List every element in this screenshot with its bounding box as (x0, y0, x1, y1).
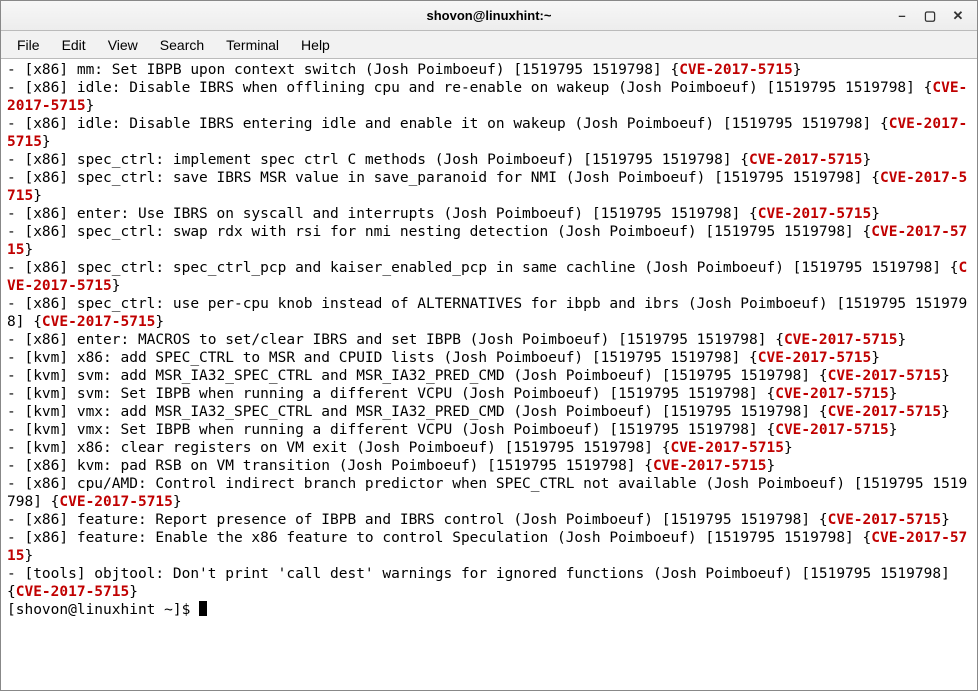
menu-view[interactable]: View (98, 33, 148, 57)
maximize-button[interactable]: ▢ (917, 6, 943, 26)
menu-help[interactable]: Help (291, 33, 340, 57)
terminal-output[interactable]: - [x86] mm: Set IBPB upon context switch… (1, 59, 977, 690)
menu-search[interactable]: Search (150, 33, 214, 57)
minimize-button[interactable]: – (889, 6, 915, 26)
menubar: File Edit View Search Terminal Help (1, 31, 977, 59)
window-controls: – ▢ ✕ (889, 6, 971, 26)
titlebar: shovon@linuxhint:~ – ▢ ✕ (1, 1, 977, 31)
menu-edit[interactable]: Edit (52, 33, 96, 57)
menu-file[interactable]: File (7, 33, 50, 57)
menu-terminal[interactable]: Terminal (216, 33, 289, 57)
window-title: shovon@linuxhint:~ (1, 8, 977, 23)
close-button[interactable]: ✕ (945, 6, 971, 26)
